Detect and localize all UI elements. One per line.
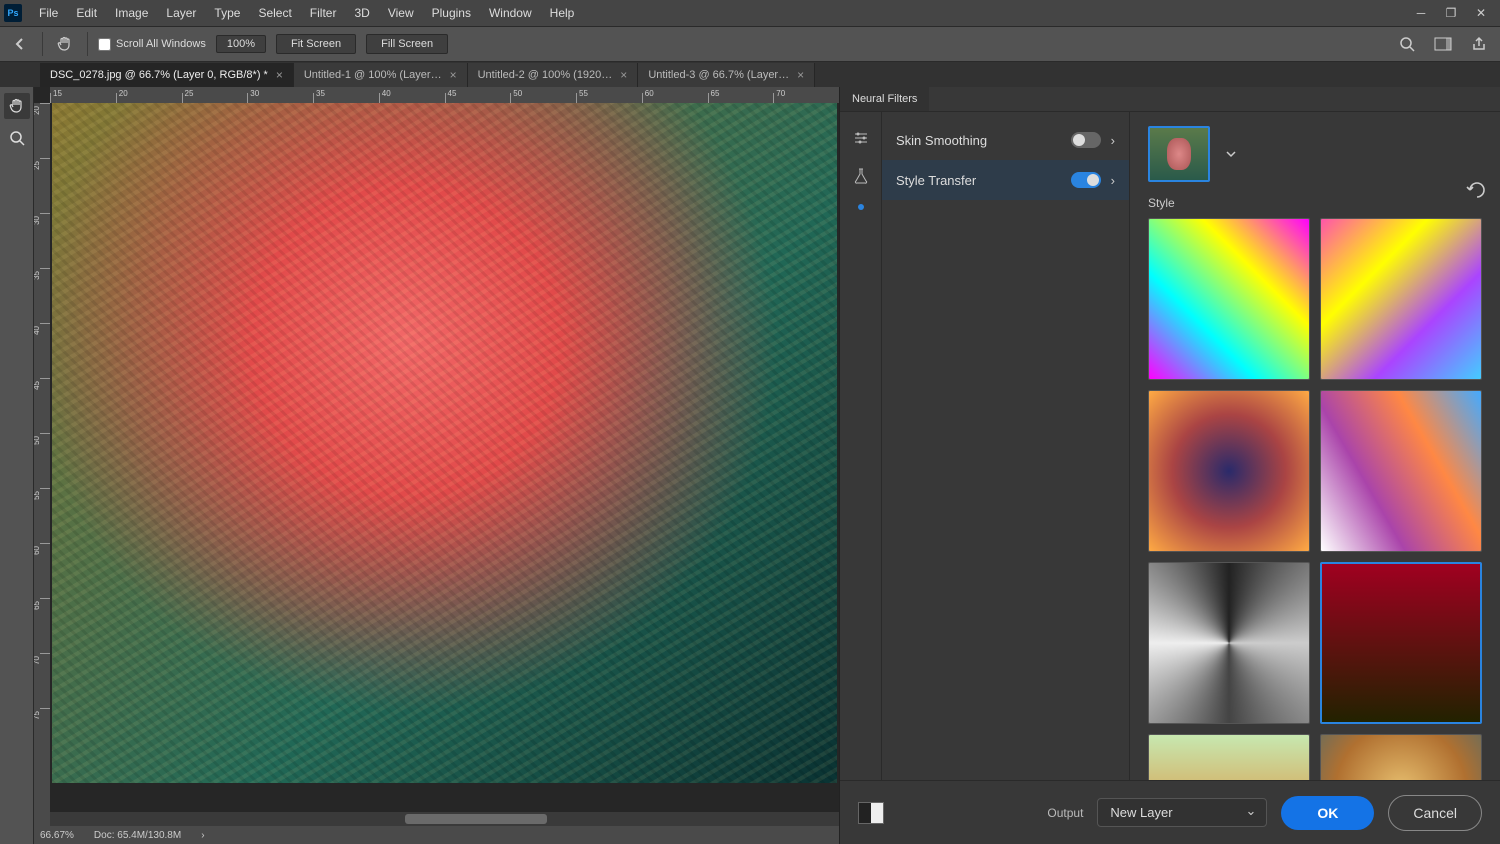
ok-button[interactable]: OK [1281, 796, 1374, 830]
source-preview-thumb[interactable] [1148, 126, 1210, 182]
filter-category-strip [840, 112, 882, 780]
filter-list: Skin Smoothing › Style Transfer › [882, 112, 1130, 780]
canvas-image[interactable] [52, 103, 837, 783]
search-icon[interactable] [1394, 31, 1420, 57]
ruler-vertical: 2025 3035 4045 5055 6065 7075 [34, 103, 50, 828]
style-thumb-6[interactable] [1148, 734, 1310, 780]
beaker-icon[interactable] [851, 166, 871, 186]
neural-filters-panel: Neural Filters Skin Smoothing › [839, 87, 1500, 844]
doc-tab-label: Untitled-1 @ 100% (Layer… [304, 69, 442, 81]
filter-label: Style Transfer [896, 173, 976, 188]
style-thumb-2[interactable] [1148, 390, 1310, 552]
fill-screen-button[interactable]: Fill Screen [366, 34, 448, 54]
zoom-percent-input[interactable]: 100% [216, 35, 266, 53]
tool-strip [0, 87, 34, 844]
panel-title: Neural Filters [840, 87, 929, 111]
output-select[interactable]: New Layer [1097, 798, 1267, 827]
doc-tab-3[interactable]: Untitled-3 @ 66.7% (Layer… × [638, 63, 815, 87]
window-minimize-icon[interactable]: ─ [1406, 3, 1436, 23]
filter-skin-smoothing[interactable]: Skin Smoothing › [882, 120, 1129, 160]
close-icon[interactable]: × [276, 68, 283, 82]
status-zoom: 66.67% [40, 830, 74, 841]
menu-image[interactable]: Image [106, 6, 157, 20]
menu-bar: Ps File Edit Image Layer Type Select Fil… [0, 0, 1500, 26]
hand-tool[interactable] [4, 93, 30, 119]
close-icon[interactable]: × [797, 68, 804, 82]
menu-type[interactable]: Type [205, 6, 249, 20]
scrollbar-horizontal[interactable] [50, 812, 839, 826]
output-label: Output [1047, 806, 1083, 820]
active-indicator-dot [858, 204, 864, 210]
menu-edit[interactable]: Edit [67, 6, 106, 20]
cancel-button[interactable]: Cancel [1388, 795, 1482, 831]
style-grid [1148, 218, 1482, 780]
toggle-style-transfer[interactable] [1071, 172, 1101, 188]
menu-view[interactable]: View [379, 6, 423, 20]
workspace-switcher-icon[interactable] [1430, 31, 1456, 57]
menu-select[interactable]: Select [249, 6, 300, 20]
close-icon[interactable]: × [450, 68, 457, 82]
style-section-label: Style [1148, 196, 1482, 210]
style-thumb-1[interactable] [1320, 218, 1482, 380]
hand-tool-icon [53, 32, 77, 56]
status-bar: 66.67% Doc: 65.4M/130.8M › [34, 826, 839, 844]
options-bar: Scroll All Windows 100% Fit Screen Fill … [0, 26, 1500, 62]
chevron-right-icon: › [1111, 173, 1115, 188]
style-thumb-3[interactable] [1320, 390, 1482, 552]
menu-plugins[interactable]: Plugins [423, 6, 480, 20]
scroll-all-label: Scroll All Windows [116, 38, 206, 50]
before-after-toggle[interactable] [858, 802, 884, 824]
status-doc-size: Doc: 65.4M/130.8M [94, 830, 181, 841]
toggle-skin-smoothing[interactable] [1071, 132, 1101, 148]
chevron-right-icon: › [1111, 133, 1115, 148]
style-thumb-5[interactable] [1320, 562, 1482, 724]
status-chevron-icon[interactable]: › [201, 830, 204, 841]
zoom-tool[interactable] [4, 125, 30, 151]
menu-help[interactable]: Help [541, 6, 584, 20]
app-icon: Ps [4, 4, 22, 22]
home-back-button[interactable] [8, 32, 32, 56]
source-dropdown[interactable] [1218, 141, 1244, 167]
document-tabs: DSC_0278.jpg @ 66.7% (Layer 0, RGB/8*) *… [0, 62, 1500, 87]
window-close-icon[interactable]: ✕ [1466, 3, 1496, 23]
canvas-area: 1520 2530 3540 4550 5560 6570 2025 3035 … [34, 87, 839, 844]
menu-layer[interactable]: Layer [157, 6, 205, 20]
scroll-all-checkbox[interactable]: Scroll All Windows [98, 38, 206, 51]
doc-tab-label: Untitled-3 @ 66.7% (Layer… [648, 69, 789, 81]
doc-tab-0[interactable]: DSC_0278.jpg @ 66.7% (Layer 0, RGB/8*) *… [40, 63, 294, 87]
style-thumb-7[interactable] [1320, 734, 1482, 780]
doc-tab-label: DSC_0278.jpg @ 66.7% (Layer 0, RGB/8*) * [50, 69, 268, 81]
style-thumb-0[interactable] [1148, 218, 1310, 380]
doc-tab-1[interactable]: Untitled-1 @ 100% (Layer… × [294, 63, 468, 87]
ruler-horizontal: 1520 2530 3540 4550 5560 6570 [50, 87, 839, 103]
window-restore-icon[interactable]: ❐ [1436, 3, 1466, 23]
doc-tab-label: Untitled-2 @ 100% (1920… [478, 69, 613, 81]
close-icon[interactable]: × [620, 68, 627, 82]
sliders-icon[interactable] [851, 128, 871, 148]
style-thumb-4[interactable] [1148, 562, 1310, 724]
filter-settings: Style [1130, 112, 1500, 780]
menu-3d[interactable]: 3D [345, 6, 378, 20]
reset-icon[interactable] [1466, 182, 1486, 198]
doc-tab-2[interactable]: Untitled-2 @ 100% (1920… × [468, 63, 639, 87]
panel-footer: Output New Layer OK Cancel [840, 780, 1500, 844]
menu-window[interactable]: Window [480, 6, 541, 20]
filter-label: Skin Smoothing [896, 133, 987, 148]
menu-file[interactable]: File [30, 6, 67, 20]
share-icon[interactable] [1466, 31, 1492, 57]
menu-filter[interactable]: Filter [301, 6, 346, 20]
fit-screen-button[interactable]: Fit Screen [276, 34, 356, 54]
filter-style-transfer[interactable]: Style Transfer › [882, 160, 1129, 200]
